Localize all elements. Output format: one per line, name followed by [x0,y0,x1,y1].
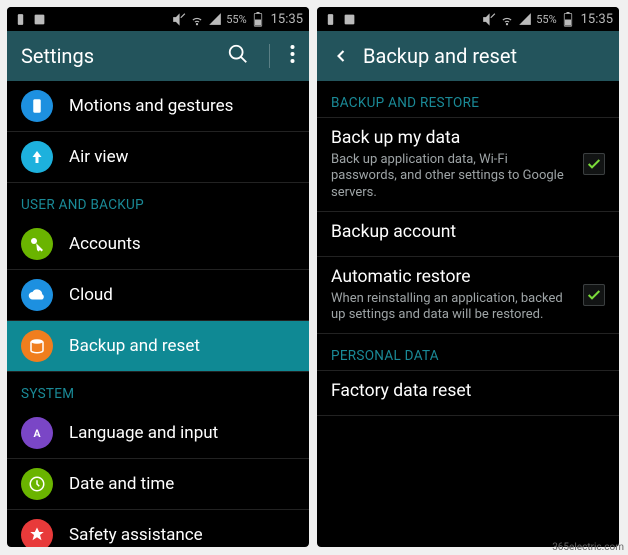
battery-percent: 55% [536,13,556,26]
item-title: Back up my data [331,128,575,148]
page-title: Settings [21,44,94,68]
settings-item-date[interactable]: Date and time [7,459,309,509]
status-bar: 55% 15:35 [7,7,309,31]
watermark: 365electric.com [552,542,624,553]
checkbox[interactable] [583,153,605,175]
settings-item-label: Motions and gestures [69,96,233,116]
settings-item-label: Backup and reset [69,336,200,356]
settings-item-backup[interactable]: Backup and reset [7,321,309,371]
settings-item-label: Date and time [69,474,174,494]
settings-item-label: Accounts [69,234,141,254]
settings-item-label: Air view [69,147,128,167]
divider [269,44,270,68]
date-icon [21,468,53,500]
item-title: Factory data reset [331,381,597,401]
settings-item-safety[interactable]: Safety assistance [7,510,309,547]
status-bar: 55% 15:35 [317,7,619,31]
settings-item-label: Language and input [69,423,218,443]
page-title: Backup and reset [363,44,517,68]
app-icon [342,12,356,26]
status-time: 15:35 [581,12,613,27]
mute-icon [482,12,496,26]
overflow-menu-icon[interactable] [290,44,295,69]
settings-item-airview[interactable]: Air view [7,132,309,182]
backup-item[interactable]: Back up my data Back up application data,… [317,118,619,211]
backup-item[interactable]: Factory data reset [317,371,619,415]
item-title: Automatic restore [331,267,575,287]
backup-list: BACKUP AND RESTOREBack up my dataBack up… [317,81,619,547]
backup-item[interactable]: Backup account [317,212,619,256]
airview-icon [21,141,53,173]
back-button[interactable] [331,46,351,66]
status-time: 15:35 [271,12,303,27]
settings-item-cloud[interactable]: Cloud [7,270,309,320]
safety-icon [21,519,53,547]
search-icon[interactable] [227,43,249,70]
item-subtitle: Back up application data, Wi-Fi password… [331,152,575,201]
backup-title-bar: Backup and reset [317,31,619,81]
wifi-icon [190,12,204,26]
settings-item-key[interactable]: Accounts [7,219,309,269]
section-header: BACKUP AND RESTORE [317,81,619,117]
settings-item-label: Safety assistance [69,525,203,545]
section-header: SYSTEM [7,372,309,408]
section-header: USER AND BACKUP [7,183,309,219]
settings-item-lang[interactable]: A Language and input [7,408,309,458]
backup-item[interactable]: Automatic restore When reinstalling an ap… [317,257,619,334]
battery-percent: 55% [226,13,246,26]
battery-icon [561,12,575,26]
motions-icon [21,90,53,122]
signal-icon [208,12,222,26]
backup-icon [21,330,53,362]
signal-icon [518,12,532,26]
svg-text:A: A [33,427,41,440]
phone-right: 55% 15:35 Backup and reset BACKUP AND RE… [317,7,619,547]
settings-title-bar: Settings [7,31,309,81]
item-title: Backup account [331,222,597,242]
key-icon [21,228,53,260]
cloud-icon [21,279,53,311]
settings-item-motions[interactable]: Motions and gestures [7,81,309,131]
section-header: PERSONAL DATA [317,334,619,370]
settings-item-label: Cloud [69,285,113,305]
phone-icon [13,12,27,26]
settings-list: Motions and gestures Air view USER AND BA… [7,81,309,547]
mute-icon [172,12,186,26]
app-icon [32,12,46,26]
checkbox[interactable] [583,284,605,306]
wifi-icon [500,12,514,26]
battery-icon [251,12,265,26]
lang-icon: A [21,417,53,449]
item-subtitle: When reinstalling an application, backed… [331,291,575,324]
phone-icon [323,12,337,26]
phone-left: 55% 15:35 Settings Motions and gestures A… [7,7,309,547]
